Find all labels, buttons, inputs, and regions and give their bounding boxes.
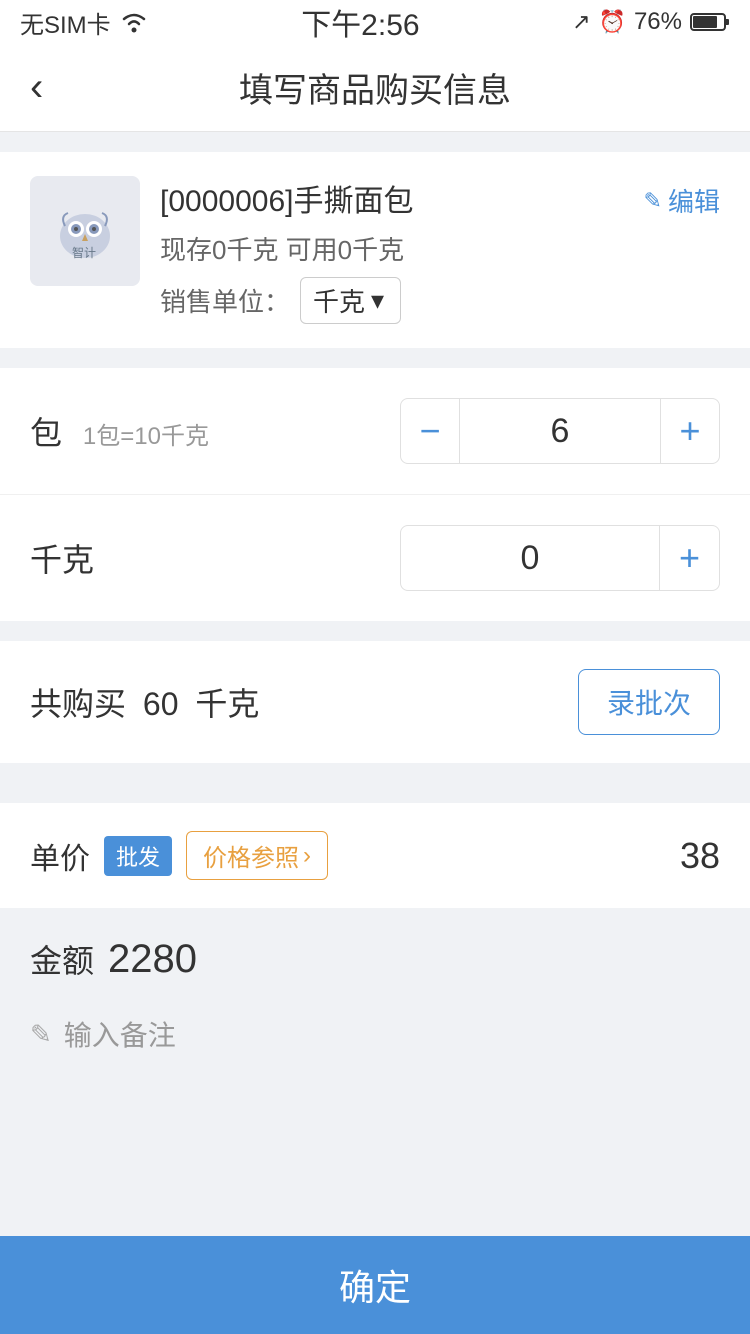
unit-chevron-icon: ▾ xyxy=(371,285,384,316)
product-thumbnail: 智计 xyxy=(30,176,140,286)
product-info: [0000006]手撕面包 现存0千克 可用0千克 销售单位： 千克 ▾ xyxy=(160,176,720,324)
price-ref-label: 价格参照 xyxy=(203,838,299,873)
price-label: 单价 xyxy=(30,834,90,878)
price-value: 38 xyxy=(680,835,720,877)
unit-label: 销售单位： xyxy=(160,282,290,319)
amount-section: 金额 2280 ✎ 输入备注 xyxy=(0,908,750,1084)
edit-label: 编辑 xyxy=(668,182,720,219)
batch-label: 录批次 xyxy=(607,688,691,719)
status-time: 下午2:56 xyxy=(301,0,419,44)
bao-plus-button[interactable]: + xyxy=(660,398,720,464)
bao-quantity-controls: − + xyxy=(400,398,720,464)
kg-label: 千克 xyxy=(30,535,400,581)
amount-row: 金额 2280 xyxy=(30,936,720,982)
bao-quantity-input[interactable] xyxy=(460,398,660,464)
bao-minus-button[interactable]: − xyxy=(400,398,460,464)
battery-text: 76% xyxy=(634,8,682,36)
product-unit-row: 销售单位： 千克 ▾ xyxy=(160,277,720,324)
unit-value: 千克 xyxy=(313,282,365,319)
product-card: 智计 [0000006]手撕面包 现存0千克 可用0千克 销售单位： 千克 ▾ … xyxy=(0,152,750,348)
total-row: 共购买 60 千克 录批次 xyxy=(0,641,750,763)
price-section: 单价 批发 价格参照 › 38 xyxy=(0,803,750,908)
section-divider xyxy=(0,763,750,783)
plus-icon: + xyxy=(679,410,700,452)
svg-text:智计: 智计 xyxy=(72,245,96,260)
page-title: 填写商品购买信息 xyxy=(239,63,511,112)
product-card-wrapper: 智计 [0000006]手撕面包 现存0千克 可用0千克 销售单位： 千克 ▾ … xyxy=(0,152,750,348)
price-left: 单价 批发 价格参照 › xyxy=(30,831,328,880)
amount-value: 2280 xyxy=(108,937,197,982)
kg-plus-icon: + xyxy=(679,537,700,579)
minus-icon: − xyxy=(419,410,440,452)
back-icon: ‹ xyxy=(30,65,43,109)
bao-hint: 1包=10千克 xyxy=(83,423,209,450)
bao-label-text: 包 xyxy=(30,415,62,451)
total-amount: 60 xyxy=(143,686,179,722)
carrier-text: 无SIM卡 xyxy=(20,5,111,40)
confirm-button[interactable]: 确定 xyxy=(0,1236,750,1334)
unit-select[interactable]: 千克 ▾ xyxy=(300,277,401,324)
edit-button[interactable]: ✎ 编辑 xyxy=(644,182,720,219)
product-stock: 现存0千克 可用0千克 xyxy=(160,230,720,267)
memo-text: 输入备注 xyxy=(64,1014,176,1054)
bottom-space xyxy=(0,1084,750,1202)
price-ref-button[interactable]: 价格参照 › xyxy=(186,831,328,880)
pencil-icon: ✎ xyxy=(30,1019,52,1050)
status-right: ↗ ⏰ 76% xyxy=(572,8,730,36)
confirm-label: 确定 xyxy=(339,1259,411,1311)
total-prefix: 共购买 xyxy=(30,686,126,722)
back-button[interactable]: ‹ xyxy=(30,65,43,110)
battery-icon xyxy=(690,11,730,33)
kg-quantity-row: 千克 + xyxy=(0,495,750,621)
kg-quantity-controls: + xyxy=(400,525,720,591)
kg-quantity-input[interactable] xyxy=(400,525,660,591)
amount-label: 金额 xyxy=(30,936,94,982)
nav-bar: ‹ 填写商品购买信息 xyxy=(0,44,750,132)
bao-quantity-row: 包 1包=10千克 − + xyxy=(0,368,750,495)
location-icon: ↗ xyxy=(572,9,590,35)
price-ref-chevron-icon: › xyxy=(303,842,311,870)
price-type-tag: 批发 xyxy=(104,836,172,876)
batch-button[interactable]: 录批次 xyxy=(578,669,720,735)
status-bar: 无SIM卡 下午2:56 ↗ ⏰ 76% xyxy=(0,0,750,44)
product-logo: 智计 xyxy=(50,201,120,261)
edit-icon: ✎ xyxy=(644,188,662,214)
status-left: 无SIM卡 xyxy=(20,5,149,40)
alarm-icon: ⏰ xyxy=(599,9,626,35)
total-unit: 千克 xyxy=(195,686,259,722)
wifi-icon xyxy=(119,11,149,33)
total-text: 共购买 60 千克 xyxy=(30,679,259,725)
kg-plus-button[interactable]: + xyxy=(660,525,720,591)
memo-row[interactable]: ✎ 输入备注 xyxy=(30,998,720,1070)
bao-label: 包 1包=10千克 xyxy=(30,408,400,454)
quantity-section: 包 1包=10千克 − + 千克 + xyxy=(0,368,750,621)
product-name: [0000006]手撕面包 xyxy=(160,176,720,220)
